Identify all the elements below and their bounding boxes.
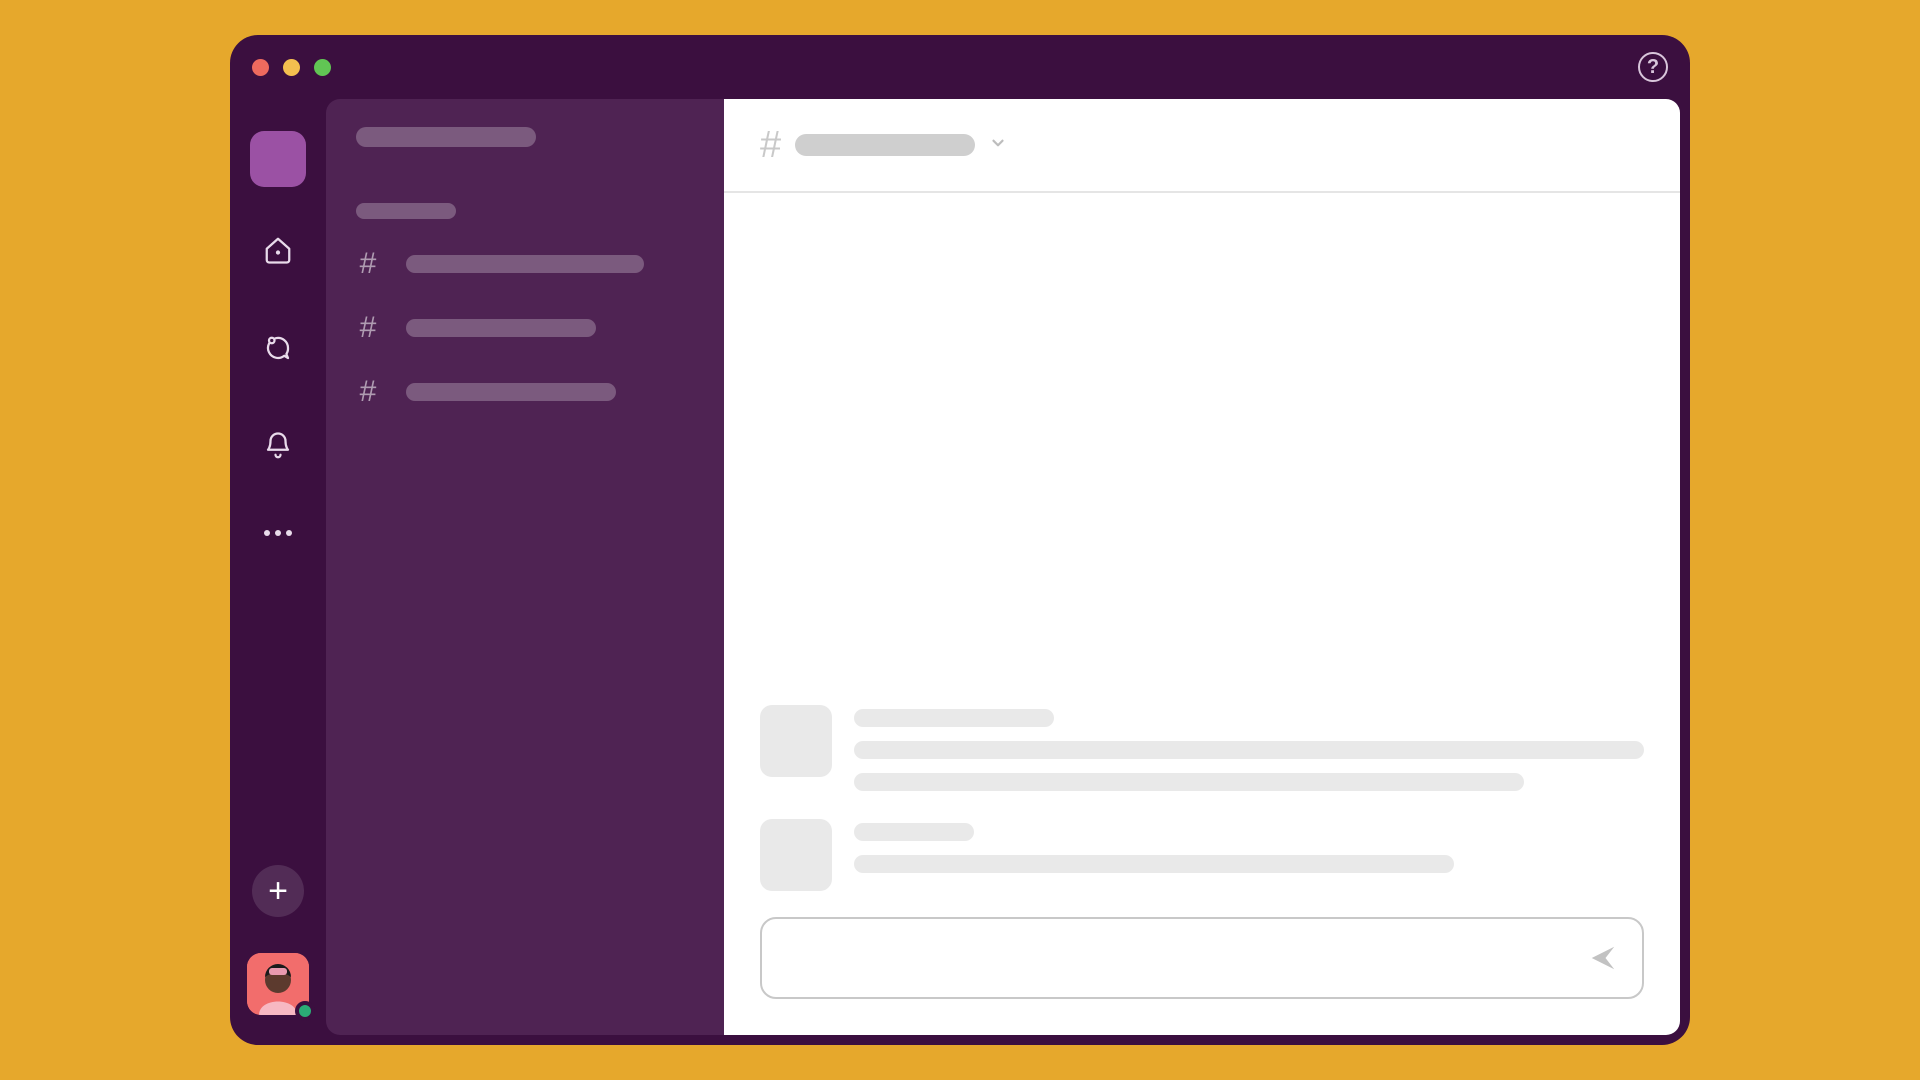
titlebar: ? [230,35,1690,99]
channel-header[interactable]: # [724,99,1680,193]
window-controls [252,59,331,76]
workspace-name[interactable] [356,127,536,147]
sidebar-channel-item[interactable]: # [356,249,694,279]
minimize-window-button[interactable] [283,59,300,76]
workspace-rail: + [230,99,326,1035]
channel-name-placeholder [406,383,616,401]
message-input[interactable] [786,947,1588,970]
hash-icon: # [356,313,380,343]
sidebar-channel-item[interactable]: # [356,377,694,407]
main-pane: # [724,99,1680,1035]
message [760,705,1644,791]
sidebar-channel-item[interactable]: # [356,313,694,343]
message-text-placeholder [854,741,1644,759]
message-avatar [760,819,832,891]
hash-icon: # [356,249,380,279]
hash-icon: # [356,377,380,407]
workspace-switcher[interactable] [250,131,306,187]
plus-icon: + [268,872,288,911]
send-button[interactable] [1588,943,1618,973]
close-window-button[interactable] [252,59,269,76]
message-text-placeholder [854,855,1454,873]
home-icon[interactable] [263,235,293,265]
user-menu[interactable] [247,953,309,1015]
maximize-window-button[interactable] [314,59,331,76]
message-composer[interactable] [760,917,1644,999]
sidebar-section-label [356,203,456,219]
help-icon: ? [1647,56,1659,79]
channel-name-placeholder [406,255,644,273]
message-avatar [760,705,832,777]
activity-icon[interactable] [263,431,293,461]
message [760,819,1644,891]
channel-sidebar: # # # [326,99,724,1035]
presence-indicator [295,1001,315,1021]
send-icon [1588,943,1618,973]
help-button[interactable]: ? [1638,52,1668,82]
message-author-placeholder [854,709,1054,727]
message-text-placeholder [854,773,1524,791]
channel-name-placeholder [406,319,596,337]
hash-icon: # [760,124,781,167]
chevron-down-icon [989,134,1007,157]
more-icon[interactable] [263,529,293,537]
message-author-placeholder [854,823,974,841]
dm-icon[interactable] [263,333,293,363]
app-window: ? + [230,35,1690,1045]
channel-name [795,134,975,156]
message-list [724,193,1680,891]
create-new-button[interactable]: + [252,865,304,917]
